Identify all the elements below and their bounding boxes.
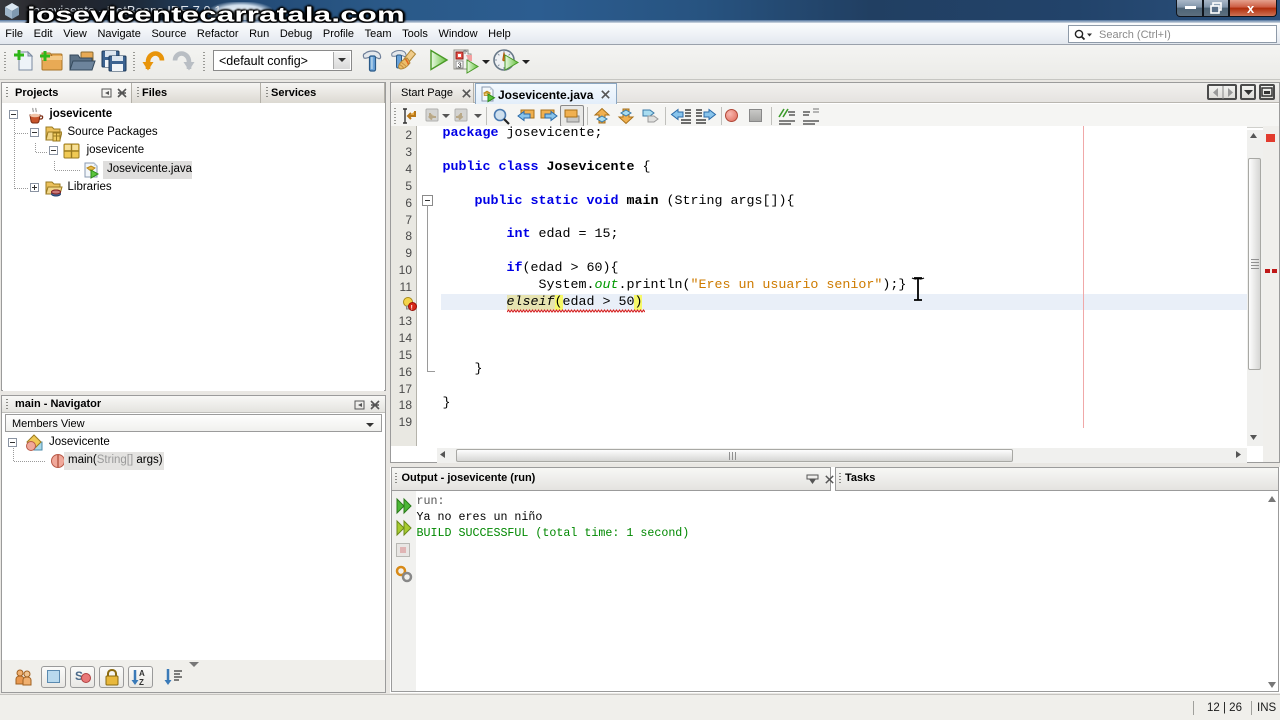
svg-text:!: ! <box>411 305 413 311</box>
svg-text:Z: Z <box>139 678 144 686</box>
svg-text:3: 3 <box>458 61 462 70</box>
svg-text:A: A <box>139 669 145 678</box>
